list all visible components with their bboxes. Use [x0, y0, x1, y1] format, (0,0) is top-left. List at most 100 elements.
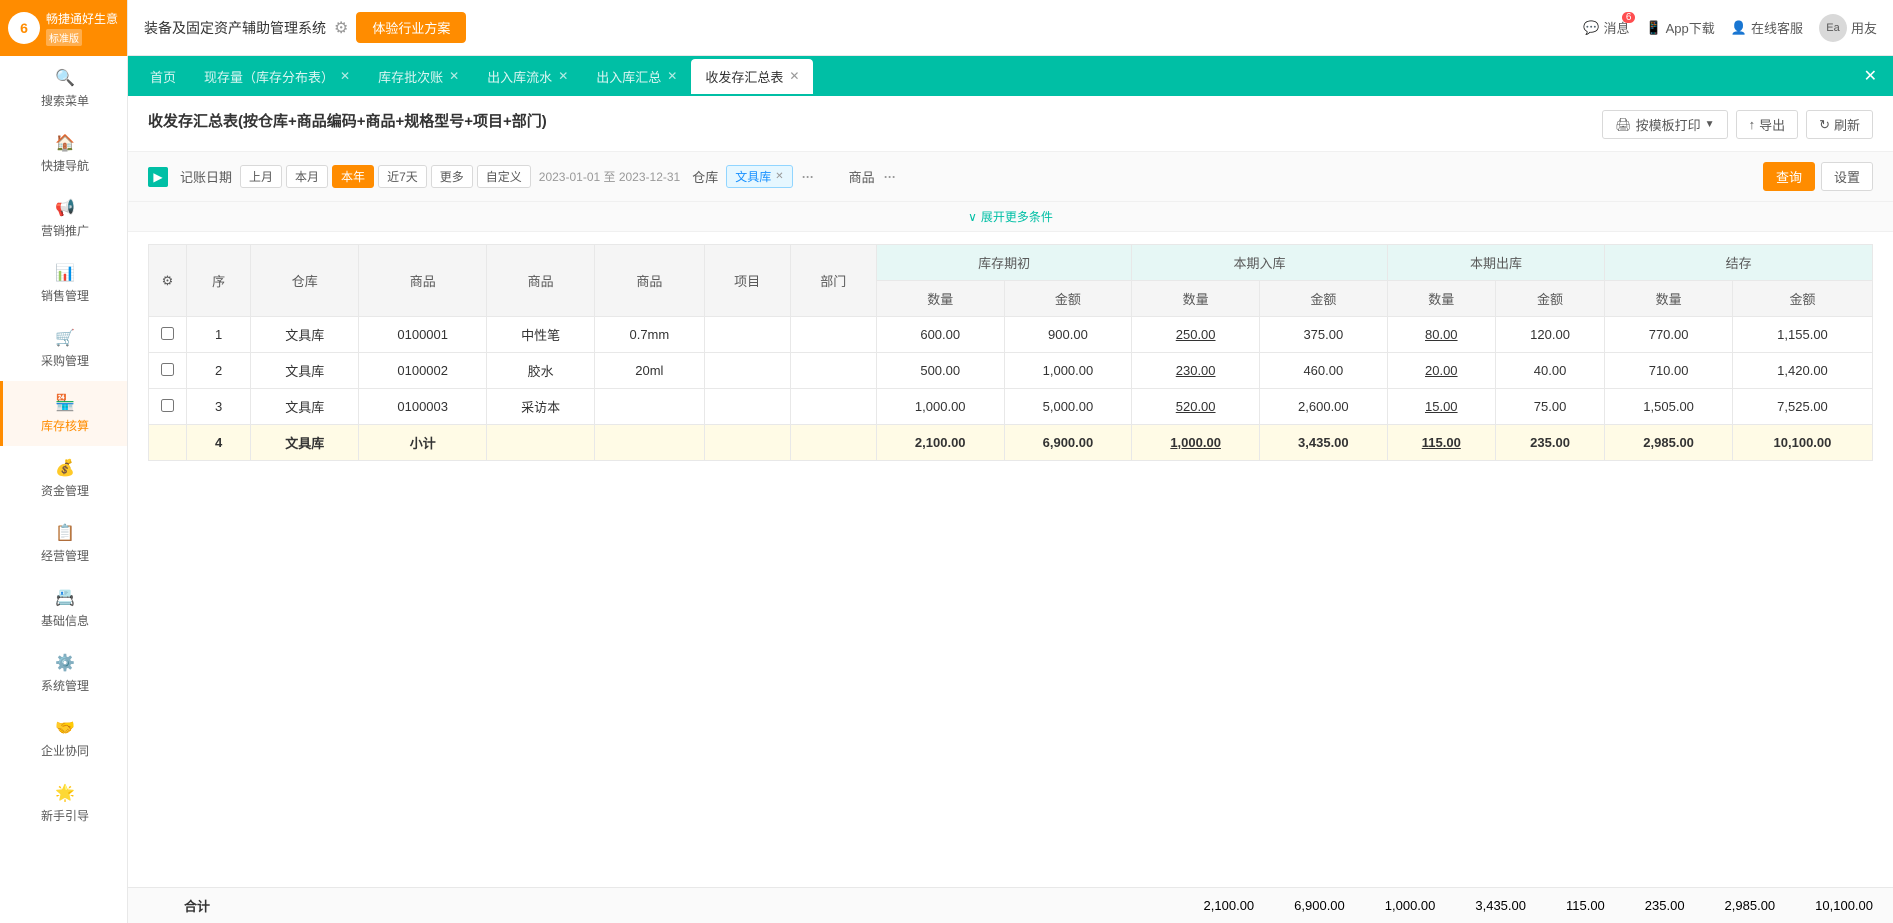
- warehouse-tag-close[interactable]: ✕: [775, 171, 783, 182]
- tab-in-out-flow[interactable]: 出入库流水 ✕: [473, 59, 582, 94]
- row-in-amt: 460.00: [1259, 353, 1387, 389]
- table-row: 1 文具库 0100001 中性笔 0.7mm 600.00 900.00 25…: [149, 317, 1873, 353]
- row-checkbox[interactable]: [149, 353, 187, 389]
- table-settings-header[interactable]: ⚙: [149, 245, 187, 317]
- export-icon: ↑: [1749, 117, 1756, 132]
- enterprise-icon: 🤝: [55, 718, 75, 738]
- system-icon: ⚙️: [55, 653, 75, 673]
- row-department: [790, 389, 876, 425]
- sidebar-item-inventory[interactable]: 🏪 库存核算: [0, 381, 127, 446]
- tab-inventory-dist[interactable]: 现存量（库存分布表） ✕: [190, 59, 364, 94]
- page-header-actions: 🖨 按模板打印 ▼ ↑ 导出 ↻ 刷新: [1602, 110, 1873, 139]
- tab-receive-send[interactable]: 收发存汇总表 ✕: [691, 59, 813, 94]
- warehouse-more-dots[interactable]: ···: [801, 166, 813, 187]
- row-goods-spec: [595, 389, 704, 425]
- online-service-action[interactable]: 👤 在线客服: [1731, 18, 1803, 37]
- sidebar-item-enterprise[interactable]: 🤝 企业协同: [0, 706, 127, 771]
- sidebar-item-operations[interactable]: 📋 经营管理: [0, 511, 127, 576]
- tab-in-out-summary[interactable]: 出入库汇总 ✕: [582, 59, 691, 94]
- tab-close-icon[interactable]: ✕: [449, 69, 459, 83]
- tab-close-icon[interactable]: ✕: [340, 69, 350, 83]
- sidebar-item-marketing[interactable]: 📢 营销推广: [0, 186, 127, 251]
- row-in-amt: 2,600.00: [1259, 389, 1387, 425]
- custom-btn[interactable]: 自定义: [477, 165, 531, 188]
- th-seq: 序: [187, 245, 251, 317]
- row-select-checkbox[interactable]: [161, 399, 174, 412]
- row-warehouse: 文具库: [251, 389, 359, 425]
- export-button[interactable]: ↑ 导出: [1736, 110, 1799, 139]
- row-department: [790, 353, 876, 389]
- experience-button[interactable]: 体验行业方案: [356, 12, 466, 43]
- row-out-amt: 75.00: [1495, 389, 1604, 425]
- sidebar-item-search[interactable]: 🔍 搜索菜单: [0, 56, 127, 121]
- row-in-qty[interactable]: 230.00: [1132, 353, 1260, 389]
- tab-close-icon[interactable]: ✕: [667, 69, 677, 83]
- gear-icon[interactable]: ⚙: [334, 18, 348, 38]
- sidebar-item-purchase[interactable]: 🛒 采购管理: [0, 316, 127, 381]
- sidebar-item-label: 库存核算: [41, 417, 89, 434]
- message-action[interactable]: 💬 消息 6: [1583, 18, 1629, 37]
- expand-more-button[interactable]: ∨ 展开更多条件: [968, 208, 1053, 225]
- row-in-qty[interactable]: 520.00: [1132, 389, 1260, 425]
- this-year-btn[interactable]: 本年: [332, 165, 374, 188]
- print-button[interactable]: 🖨 按模板打印 ▼: [1602, 110, 1727, 139]
- purchase-icon: 🛒: [55, 328, 75, 348]
- search-icon: 🔍: [55, 68, 75, 88]
- tab-batch-ledger[interactable]: 库存批次账 ✕: [364, 59, 473, 94]
- row-goods-name: 胶水: [487, 353, 595, 389]
- inventory-icon: 🏪: [55, 393, 75, 413]
- prev-month-btn[interactable]: 上月: [240, 165, 282, 188]
- guide-icon: 🌟: [55, 783, 75, 803]
- last-7days-btn[interactable]: 近7天: [378, 165, 427, 188]
- filter-arrow-button[interactable]: ▶: [148, 167, 168, 187]
- sidebar-item-finance[interactable]: 💰 资金管理: [0, 446, 127, 511]
- subtotal-balance-amt: 10,100.00: [1732, 425, 1872, 461]
- sidebar-item-label: 快捷导航: [41, 157, 89, 174]
- tab-bar: 首页 现存量（库存分布表） ✕ 库存批次账 ✕ 出入库流水 ✕ 出入库汇总 ✕ …: [128, 56, 1893, 96]
- sidebar-item-label: 基础信息: [41, 612, 89, 629]
- goods-more-dots[interactable]: ···: [883, 166, 895, 187]
- row-out-qty[interactable]: 80.00: [1387, 317, 1495, 353]
- tab-close-icon[interactable]: ✕: [789, 69, 799, 83]
- warehouse-tag: 文具库 ✕: [726, 165, 792, 188]
- row-out-amt: 120.00: [1495, 317, 1604, 353]
- sidebar-item-guide[interactable]: 🌟 新手引导: [0, 771, 127, 836]
- row-balance-qty: 710.00: [1605, 353, 1733, 389]
- refresh-button[interactable]: ↻ 刷新: [1806, 110, 1873, 139]
- query-button[interactable]: 查询: [1763, 162, 1815, 191]
- row-in-amt: 375.00: [1259, 317, 1387, 353]
- subtotal-out-qty[interactable]: 115.00: [1387, 425, 1495, 461]
- row-checkbox[interactable]: [149, 317, 187, 353]
- filter-bar: ▶ 记账日期 上月 本月 本年 近7天 更多 自定义 2023-01-01 至 …: [128, 152, 1893, 202]
- th-balance-group: 结存: [1605, 245, 1873, 281]
- sidebar-item-sales[interactable]: 📊 销售管理: [0, 251, 127, 316]
- sidebar-item-quick-nav[interactable]: 🏠 快捷导航: [0, 121, 127, 186]
- row-goods-code: 0100003: [359, 389, 487, 425]
- user-action[interactable]: Ea 用友: [1819, 14, 1877, 42]
- subtotal-in-qty[interactable]: 1,000.00: [1132, 425, 1260, 461]
- row-opening-qty: 1,000.00: [876, 389, 1004, 425]
- settings-button[interactable]: 设置: [1821, 162, 1873, 191]
- this-month-btn[interactable]: 本月: [286, 165, 328, 188]
- marketing-icon: 📢: [55, 198, 75, 218]
- more-btn[interactable]: 更多: [431, 165, 473, 188]
- tab-home[interactable]: 首页: [136, 59, 190, 94]
- tab-label: 现存量（库存分布表）: [204, 67, 334, 86]
- th-opening-group: 库存期初: [876, 245, 1131, 281]
- row-in-qty[interactable]: 250.00: [1132, 317, 1260, 353]
- row-goods-spec: 0.7mm: [595, 317, 704, 353]
- row-select-checkbox[interactable]: [161, 327, 174, 340]
- sidebar-item-system[interactable]: ⚙️ 系统管理: [0, 641, 127, 706]
- row-checkbox[interactable]: [149, 389, 187, 425]
- tab-close-icon[interactable]: ✕: [558, 69, 568, 83]
- row-out-qty[interactable]: 20.00: [1387, 353, 1495, 389]
- row-select-checkbox[interactable]: [161, 363, 174, 376]
- sidebar-item-base-info[interactable]: 📇 基础信息: [0, 576, 127, 641]
- th-in-amt: 金额: [1259, 281, 1387, 317]
- tab-bar-close-button[interactable]: ✕: [1856, 62, 1885, 90]
- row-out-qty[interactable]: 15.00: [1387, 389, 1495, 425]
- row-balance-amt: 1,420.00: [1732, 353, 1872, 389]
- row-goods-spec: 20ml: [595, 353, 704, 389]
- th-project: 项目: [704, 245, 790, 317]
- app-download-action[interactable]: 📱 App下载: [1645, 18, 1714, 37]
